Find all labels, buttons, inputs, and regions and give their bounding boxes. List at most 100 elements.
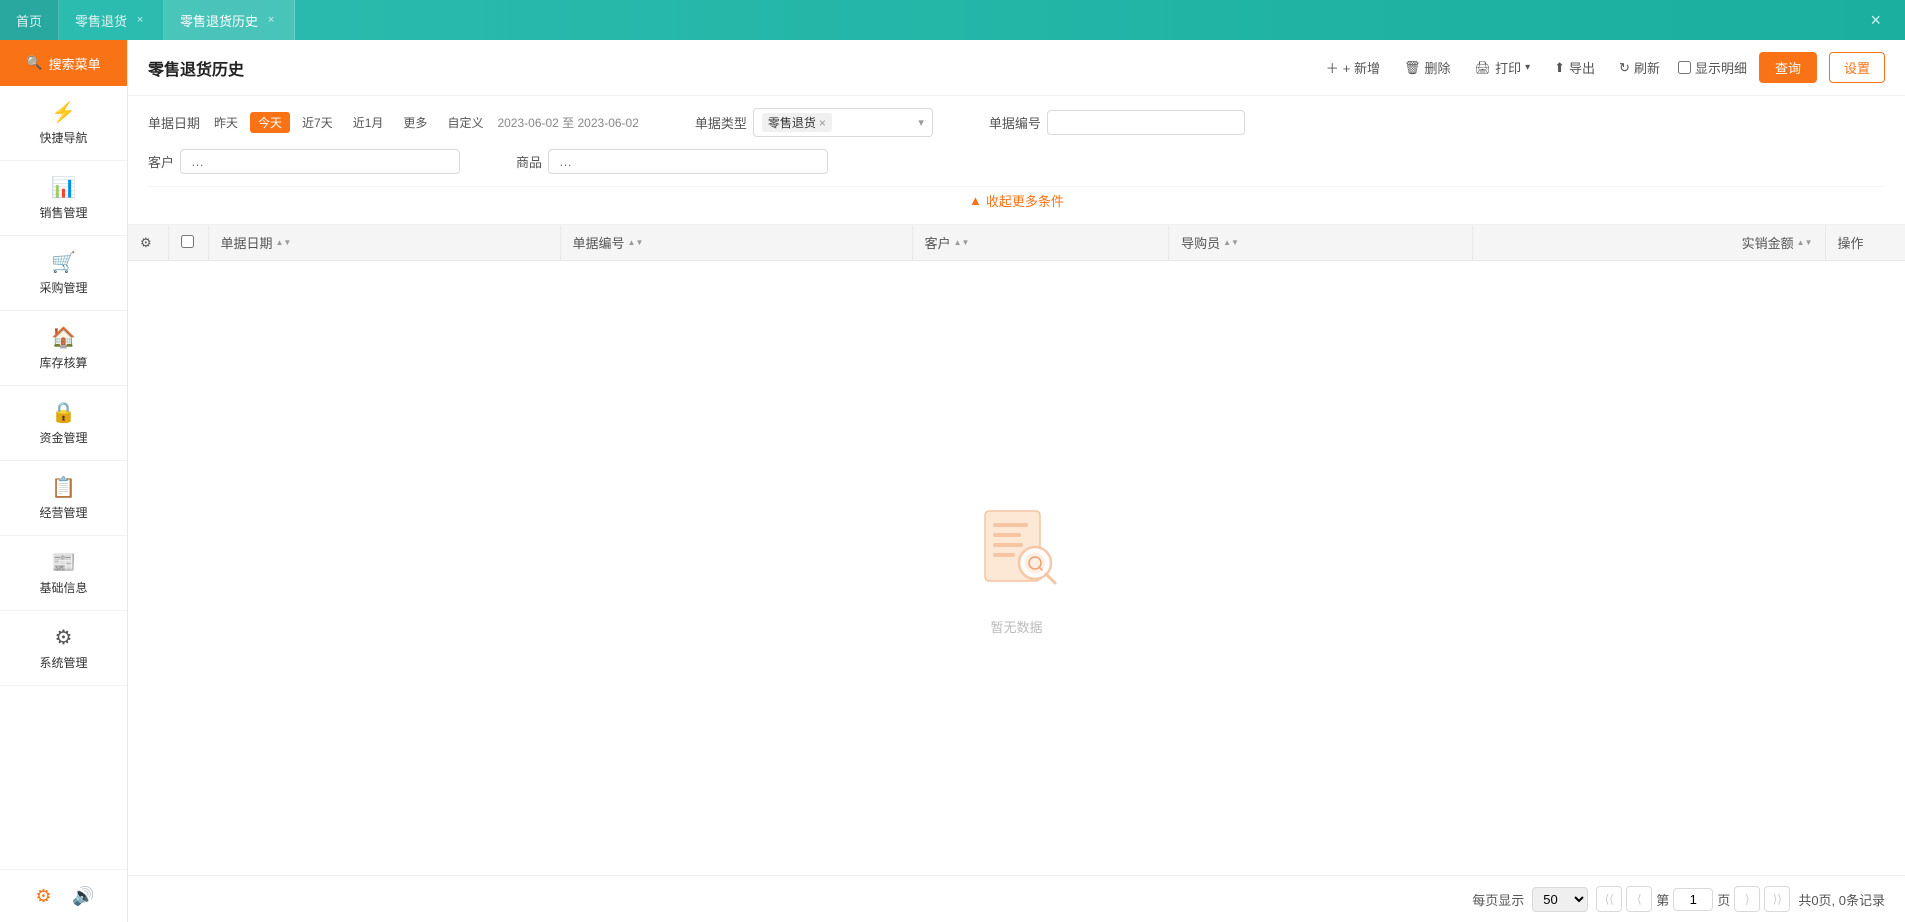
th-doc-date-sort[interactable]: 单据日期 ▲▼ — [221, 233, 548, 252]
page-header: 零售退货历史 ＋ + 新增 🗑 删除 🖨 打印 ▾ ⬆ 导出 — [128, 40, 1905, 96]
select-all-checkbox[interactable] — [181, 235, 194, 248]
date-filter: 单据日期 昨天 今天 近7天 近1月 更多 自定义 2023-06-02 至 2… — [148, 112, 639, 133]
per-page-label: 每页显示 — [1472, 890, 1524, 909]
date-opt-last1m[interactable]: 近1月 — [345, 112, 392, 133]
sidebar-item-finance-mgmt[interactable]: 🔒 资金管理 — [0, 386, 127, 461]
sales-icon: 📊 — [51, 175, 76, 200]
display-detail-checkbox[interactable] — [1678, 61, 1691, 74]
tab-retail-return-label: 零售退货 — [75, 11, 127, 30]
finance-icon: 🔒 — [51, 400, 76, 425]
sidebar-bottom: ⚙ 🔊 — [0, 869, 127, 922]
table-area: ⚙ 单据日期 ▲▼ 单据编号 — [128, 225, 1905, 875]
per-page-select[interactable]: 10 20 50 100 — [1532, 887, 1588, 912]
tab-home-label: 首页 — [16, 11, 42, 30]
tab-retail-return-history-label: 零售退货历史 — [180, 11, 258, 30]
th-doc-no-sort[interactable]: 单据编号 ▲▼ — [573, 233, 900, 252]
th-amount-sort[interactable]: 实销金额 ▲▼ — [1485, 233, 1812, 252]
sidebar-item-base-info-label: 基础信息 — [39, 579, 87, 596]
next-page-button[interactable]: ⟩ — [1734, 886, 1760, 912]
sidebar-item-inventory-check[interactable]: 🏠 库存核算 — [0, 311, 127, 386]
sidebar-item-system-mgmt-label: 系统管理 — [39, 654, 87, 671]
date-filter-label: 单据日期 — [148, 113, 200, 132]
collapse-up-icon: ▲ — [969, 193, 982, 208]
doc-type-tag-close[interactable]: × — [819, 116, 826, 130]
new-button[interactable]: ＋ + 新增 — [1320, 54, 1386, 81]
first-page-button[interactable]: ⟨⟨ — [1596, 886, 1622, 912]
pagination-bar: 每页显示 10 20 50 100 ⟨⟨ ⟨ 第 页 ⟩ ⟩⟩ 共0页, 0条记… — [128, 875, 1905, 922]
th-customer-sort[interactable]: 客户 ▲▼ — [925, 233, 1157, 252]
sidebar-nav: ⚡ 快捷导航 📊 销售管理 🛒 采购管理 🏠 库存核算 🔒 资金管理 📋 — [0, 86, 127, 869]
filter-row-1: 单据日期 昨天 今天 近7天 近1月 更多 自定义 2023-06-02 至 2… — [148, 108, 1885, 137]
doc-no-sort-icon: ▲▼ — [628, 239, 644, 247]
tab-home[interactable]: 首页 — [0, 0, 59, 40]
refresh-button[interactable]: ↻ 刷新 — [1613, 54, 1666, 81]
th-customer: 客户 ▲▼ — [912, 225, 1169, 261]
page-title: 零售退货历史 — [148, 56, 244, 80]
print-button[interactable]: 🖨 打印 ▾ — [1469, 54, 1537, 81]
sidebar-item-system-mgmt[interactable]: ⚙ 系统管理 — [0, 611, 127, 686]
sidebar-item-sales-mgmt-label: 销售管理 — [39, 204, 87, 221]
page-label-suffix: 页 — [1717, 890, 1730, 909]
goods-filter: 商品 — [516, 149, 828, 174]
sidebar-volume-button[interactable]: 🔊 — [68, 880, 100, 912]
date-opt-more[interactable]: 更多 — [395, 112, 435, 133]
tab-retail-return-history-close[interactable]: × — [264, 13, 278, 27]
sidebar-item-base-info[interactable]: 📰 基础信息 — [0, 536, 127, 611]
filter-area: 单据日期 昨天 今天 近7天 近1月 更多 自定义 2023-06-02 至 2… — [128, 96, 1905, 225]
customer-label: 客户 — [148, 152, 174, 171]
sidebar-search-label: 搜索菜单 — [49, 54, 101, 73]
collapse-filter-button[interactable]: ▲ 收起更多条件 — [148, 186, 1885, 214]
settings-button[interactable]: 设置 — [1829, 52, 1885, 83]
doc-type-tag: 零售退货 × — [762, 113, 832, 132]
th-customer-label: 客户 — [925, 233, 951, 252]
tab-retail-return[interactable]: 零售退货 × — [59, 0, 164, 40]
date-options: 昨天 今天 近7天 近1月 更多 自定义 — [206, 112, 491, 133]
sidebar-item-ops-mgmt-label: 经营管理 — [39, 504, 87, 521]
window-close-button[interactable]: × — [1862, 10, 1889, 31]
th-doc-date-label: 单据日期 — [221, 233, 273, 252]
sidebar-item-finance-mgmt-label: 资金管理 — [39, 429, 87, 446]
goods-input[interactable] — [548, 149, 828, 174]
empty-icon — [967, 501, 1067, 601]
th-doc-date: 单据日期 ▲▼ — [208, 225, 560, 261]
sidebar-item-purchase-mgmt[interactable]: 🛒 采购管理 — [0, 236, 127, 311]
th-guide-sort[interactable]: 导购员 ▲▼ — [1181, 233, 1460, 252]
export-button[interactable]: ⬆ 导出 — [1548, 54, 1601, 81]
date-opt-yesterday[interactable]: 昨天 — [206, 112, 246, 133]
tab-retail-return-history[interactable]: 零售退货历史 × — [164, 0, 295, 40]
tab-retail-return-close[interactable]: × — [133, 13, 147, 27]
sidebar-item-inventory-check-label: 库存核算 — [39, 354, 87, 371]
empty-text: 暂无数据 — [990, 617, 1042, 636]
gear-icon[interactable]: ⚙ — [140, 235, 152, 250]
search-icon: 🔍 — [26, 55, 42, 71]
goods-label: 商品 — [516, 152, 542, 171]
sidebar-item-sales-mgmt[interactable]: 📊 销售管理 — [0, 161, 127, 236]
customer-sort-icon: ▲▼ — [954, 239, 970, 247]
date-opt-custom[interactable]: 自定义 — [439, 112, 491, 133]
last-page-button[interactable]: ⟩⟩ — [1764, 886, 1790, 912]
doc-no-input[interactable] — [1047, 110, 1245, 135]
inventory-icon: 🏠 — [51, 325, 76, 350]
doc-type-chevron-icon: ▾ — [918, 116, 924, 129]
prev-page-button[interactable]: ⟨ — [1626, 886, 1652, 912]
current-page-input[interactable] — [1673, 888, 1713, 911]
customer-input[interactable] — [180, 149, 460, 174]
th-guide-label: 导购员 — [1181, 233, 1220, 252]
collapse-filter-label: 收起更多条件 — [986, 191, 1064, 210]
th-gear: ⚙ — [128, 225, 168, 261]
query-button[interactable]: 查询 — [1759, 52, 1817, 83]
tab-bar: 首页 零售退货 × 零售退货历史 × — [0, 0, 1862, 40]
doc-type-select[interactable]: 零售退货 × ▾ — [753, 108, 933, 137]
date-opt-today[interactable]: 今天 — [250, 112, 290, 133]
new-icon: ＋ — [1326, 58, 1339, 77]
date-opt-last7[interactable]: 近7天 — [294, 112, 341, 133]
sidebar-item-ops-mgmt[interactable]: 📋 经营管理 — [0, 461, 127, 536]
print-label: 打印 — [1495, 58, 1521, 77]
empty-state: 暂无数据 — [128, 261, 1905, 875]
sidebar-search-button[interactable]: 🔍 搜索菜单 — [0, 40, 127, 86]
customer-filter: 客户 — [148, 149, 460, 174]
delete-button[interactable]: 🗑 删除 — [1398, 54, 1457, 81]
date-range-display: 2023-06-02 至 2023-06-02 — [497, 114, 638, 131]
sidebar-settings-button[interactable]: ⚙ — [28, 880, 60, 912]
sidebar-item-quick-nav[interactable]: ⚡ 快捷导航 — [0, 86, 127, 161]
